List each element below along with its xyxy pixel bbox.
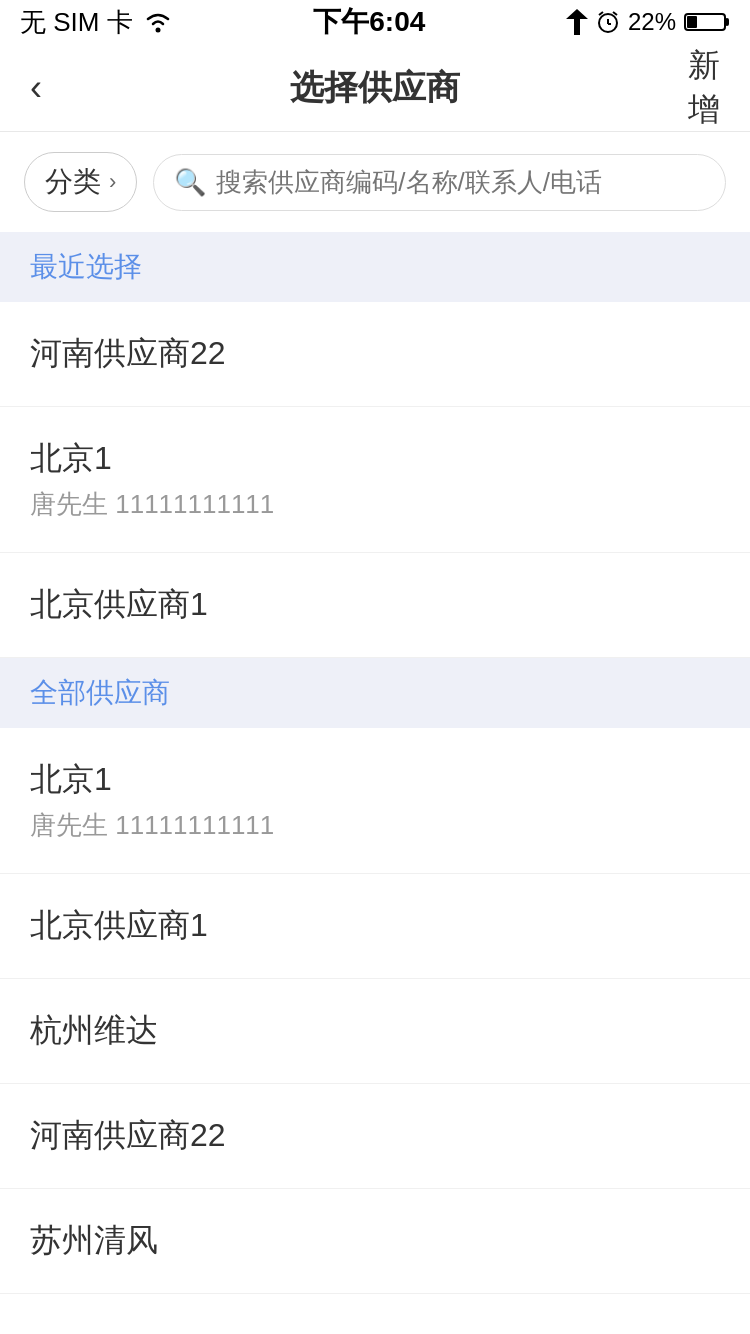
- no-sim-text: 无 SIM 卡: [20, 5, 133, 40]
- item-name: 苏州清风: [30, 1219, 720, 1263]
- item-name: 北京供应商1: [30, 583, 720, 627]
- category-label: 分类: [45, 163, 101, 201]
- svg-line-5: [613, 12, 617, 15]
- list-item[interactable]: 北京供应商1: [0, 874, 750, 979]
- add-button[interactable]: 新增: [660, 44, 720, 132]
- item-sub: 唐先生 11111111111: [30, 808, 720, 843]
- status-time: 下午6:04: [313, 3, 425, 41]
- list-item[interactable]: 北京1 唐先生 11111111111: [0, 728, 750, 874]
- chevron-right-icon: ›: [109, 169, 116, 195]
- svg-point-0: [155, 28, 160, 33]
- status-right: 22%: [566, 8, 730, 36]
- list-item[interactable]: 北京供应商1: [0, 553, 750, 658]
- recent-section-label: 最近选择: [30, 251, 142, 282]
- item-name: 北京供应商1: [30, 904, 720, 948]
- location-icon: [566, 9, 588, 35]
- list-item[interactable]: 杭州维达: [0, 979, 750, 1084]
- battery-text: 22%: [628, 8, 676, 36]
- item-name: 杭州维达: [30, 1009, 720, 1053]
- nav-bar: ‹ 选择供应商 新增: [0, 44, 750, 132]
- battery-icon: [684, 11, 730, 33]
- svg-rect-7: [687, 16, 697, 28]
- recent-items-list: 河南供应商22 北京1 唐先生 11111111111 北京供应商1: [0, 302, 750, 658]
- item-name: 河南供应商22: [30, 332, 720, 376]
- status-left: 无 SIM 卡: [20, 5, 173, 40]
- all-section-header: 全部供应商: [0, 658, 750, 728]
- all-items-list: 北京1 唐先生 11111111111 北京供应商1 杭州维达河南供应商22 苏州清风: [0, 728, 750, 1294]
- svg-rect-8: [725, 18, 729, 26]
- list-item[interactable]: 苏州清风: [0, 1189, 750, 1294]
- wifi-icon: [143, 11, 173, 33]
- category-button[interactable]: 分类 ›: [24, 152, 137, 212]
- search-icon: 🔍: [174, 167, 206, 198]
- item-name: 北京1: [30, 758, 720, 802]
- status-bar: 无 SIM 卡 下午6:04 22%: [0, 0, 750, 44]
- filter-row: 分类 › 🔍: [0, 132, 750, 232]
- all-section-label: 全部供应商: [30, 677, 170, 708]
- recent-section-header: 最近选择: [0, 232, 750, 302]
- back-button[interactable]: ‹: [30, 67, 90, 109]
- item-name: 北京1: [30, 437, 720, 481]
- item-sub: 唐先生 11111111111: [30, 487, 720, 522]
- list-item[interactable]: 河南供应商22: [0, 302, 750, 407]
- item-name: 河南供应商22: [30, 1114, 720, 1158]
- page-title: 选择供应商: [290, 65, 460, 111]
- list-item[interactable]: 北京1 唐先生 11111111111: [0, 407, 750, 553]
- list-item[interactable]: 河南供应商22: [0, 1084, 750, 1189]
- alarm-icon: [596, 10, 620, 34]
- search-input[interactable]: [216, 167, 705, 198]
- svg-line-4: [599, 12, 603, 15]
- search-box[interactable]: 🔍: [153, 154, 726, 211]
